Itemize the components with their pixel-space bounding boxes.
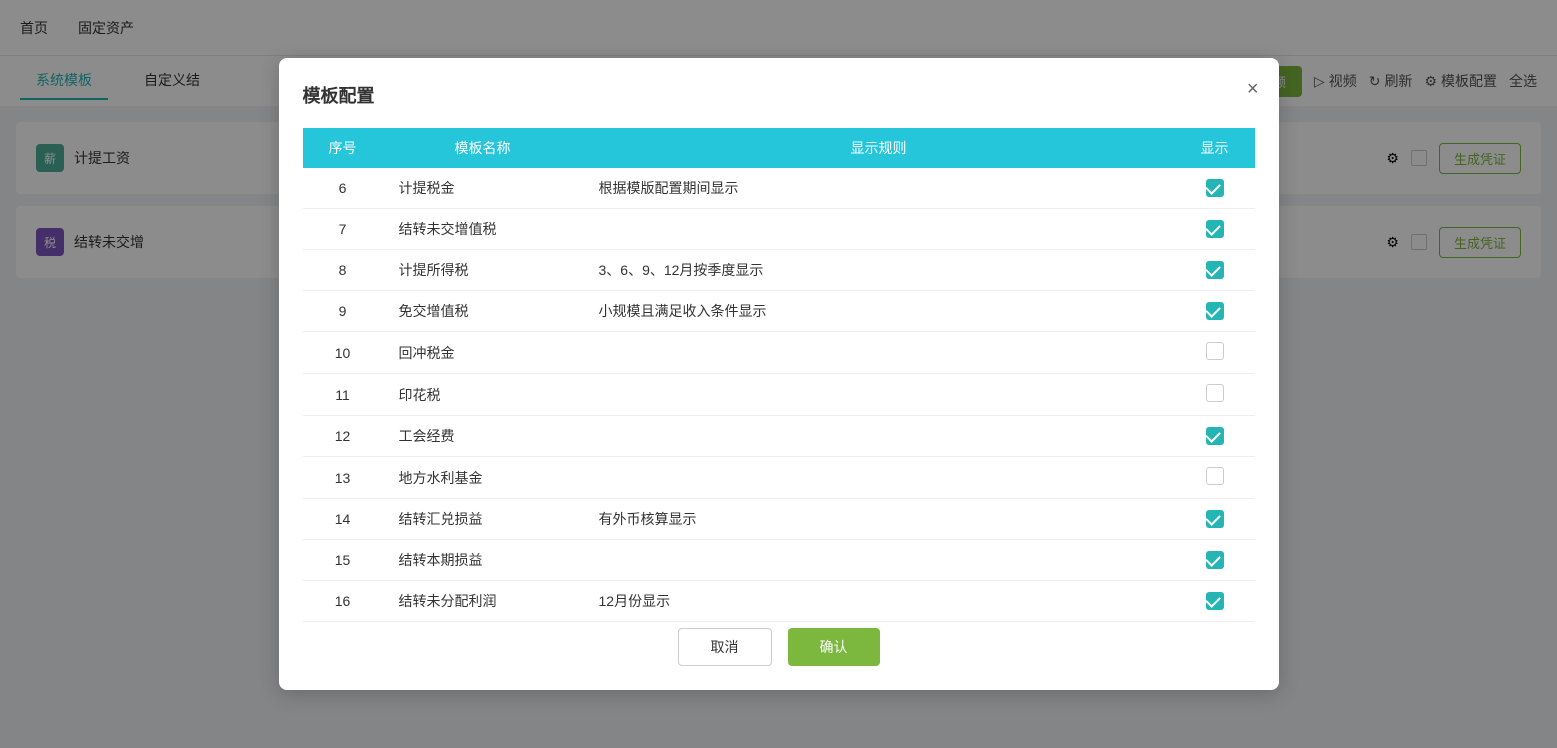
row-check-10	[1175, 332, 1255, 374]
col-header-display: 显示	[1175, 128, 1255, 168]
row-id-14: 14	[303, 499, 383, 540]
row-name-15: 结转本期损益	[383, 540, 583, 581]
row-id-13: 13	[303, 457, 383, 499]
row-id-11: 11	[303, 374, 383, 416]
col-header-name: 模板名称	[383, 128, 583, 168]
row-id-15: 15	[303, 540, 383, 581]
row-name-9: 免交增值税	[383, 291, 583, 332]
row-id-6: 6	[303, 168, 383, 209]
table-row: 8计提所得税3、6、9、12月按季度显示	[303, 250, 1255, 291]
row-name-16: 结转未分配利润	[383, 581, 583, 622]
row-name-8: 计提所得税	[383, 250, 583, 291]
row-id-12: 12	[303, 416, 383, 457]
row-rule-7	[583, 209, 1175, 250]
checkbox-checked-7[interactable]	[1206, 220, 1224, 238]
row-rule-14: 有外币核算显示	[583, 499, 1175, 540]
row-id-9: 9	[303, 291, 383, 332]
table-row: 16结转未分配利润12月份显示	[303, 581, 1255, 622]
row-check-11	[1175, 374, 1255, 416]
table-row: 9免交增值税小规模且满足收入条件显示	[303, 291, 1255, 332]
row-rule-10	[583, 332, 1175, 374]
row-check-9	[1175, 291, 1255, 332]
col-header-id: 序号	[303, 128, 383, 168]
table-header-row: 序号 模板名称 显示规则 显示	[303, 128, 1255, 168]
cancel-button[interactable]: 取消	[678, 628, 772, 666]
checkbox-checked-12[interactable]	[1206, 427, 1224, 445]
row-name-14: 结转汇兑损益	[383, 499, 583, 540]
row-check-14	[1175, 499, 1255, 540]
row-name-6: 计提税金	[383, 168, 583, 209]
row-rule-11	[583, 374, 1175, 416]
table-body: 6计提税金根据模版配置期间显示7结转未交增值税8计提所得税3、6、9、12月按季…	[303, 168, 1255, 622]
checkbox-checked-6[interactable]	[1206, 179, 1224, 197]
row-rule-13	[583, 457, 1175, 499]
config-table: 序号 模板名称 显示规则 显示 6计提税金根据模版配置期间显示7结转未交增值税8…	[303, 128, 1255, 622]
row-name-11: 印花税	[383, 374, 583, 416]
checkbox-checked-9[interactable]	[1206, 302, 1224, 320]
row-rule-12	[583, 416, 1175, 457]
table-row: 7结转未交增值税	[303, 209, 1255, 250]
row-check-12	[1175, 416, 1255, 457]
row-rule-6: 根据模版配置期间显示	[583, 168, 1175, 209]
modal-title: 模板配置	[303, 82, 1255, 108]
checkbox-unchecked-13[interactable]	[1206, 467, 1224, 485]
row-check-16	[1175, 581, 1255, 622]
row-name-13: 地方水利基金	[383, 457, 583, 499]
confirm-button[interactable]: 确认	[788, 628, 880, 666]
col-header-rule: 显示规则	[583, 128, 1175, 168]
table-row: 10回冲税金	[303, 332, 1255, 374]
table-row: 12工会经费	[303, 416, 1255, 457]
row-name-10: 回冲税金	[383, 332, 583, 374]
table-row: 15结转本期损益	[303, 540, 1255, 581]
modal-close-button[interactable]: ×	[1247, 78, 1259, 101]
table-row: 13地方水利基金	[303, 457, 1255, 499]
row-check-13	[1175, 457, 1255, 499]
modal-footer: 取消 确认	[303, 628, 1255, 666]
row-check-15	[1175, 540, 1255, 581]
checkbox-checked-15[interactable]	[1206, 551, 1224, 569]
row-check-8	[1175, 250, 1255, 291]
modal-overlay: 模板配置 × 序号 模板名称 显示规则 显示 6计提税金根据模版配置期间显示7结…	[0, 0, 1557, 748]
row-id-8: 8	[303, 250, 383, 291]
row-check-7	[1175, 209, 1255, 250]
row-rule-15	[583, 540, 1175, 581]
table-row: 6计提税金根据模版配置期间显示	[303, 168, 1255, 209]
checkbox-unchecked-10[interactable]	[1206, 342, 1224, 360]
row-name-7: 结转未交增值税	[383, 209, 583, 250]
row-rule-9: 小规模且满足收入条件显示	[583, 291, 1175, 332]
row-id-16: 16	[303, 581, 383, 622]
row-id-7: 7	[303, 209, 383, 250]
row-check-6	[1175, 168, 1255, 209]
checkbox-checked-14[interactable]	[1206, 510, 1224, 528]
table-row: 11印花税	[303, 374, 1255, 416]
table-wrapper: 序号 模板名称 显示规则 显示 6计提税金根据模版配置期间显示7结转未交增值税8…	[303, 128, 1255, 628]
checkbox-unchecked-11[interactable]	[1206, 384, 1224, 402]
row-id-10: 10	[303, 332, 383, 374]
checkbox-checked-8[interactable]	[1206, 261, 1224, 279]
row-name-12: 工会经费	[383, 416, 583, 457]
checkbox-checked-16[interactable]	[1206, 592, 1224, 610]
modal-template-config: 模板配置 × 序号 模板名称 显示规则 显示 6计提税金根据模版配置期间显示7结…	[279, 58, 1279, 690]
table-row: 14结转汇兑损益有外币核算显示	[303, 499, 1255, 540]
row-rule-8: 3、6、9、12月按季度显示	[583, 250, 1175, 291]
row-rule-16: 12月份显示	[583, 581, 1175, 622]
